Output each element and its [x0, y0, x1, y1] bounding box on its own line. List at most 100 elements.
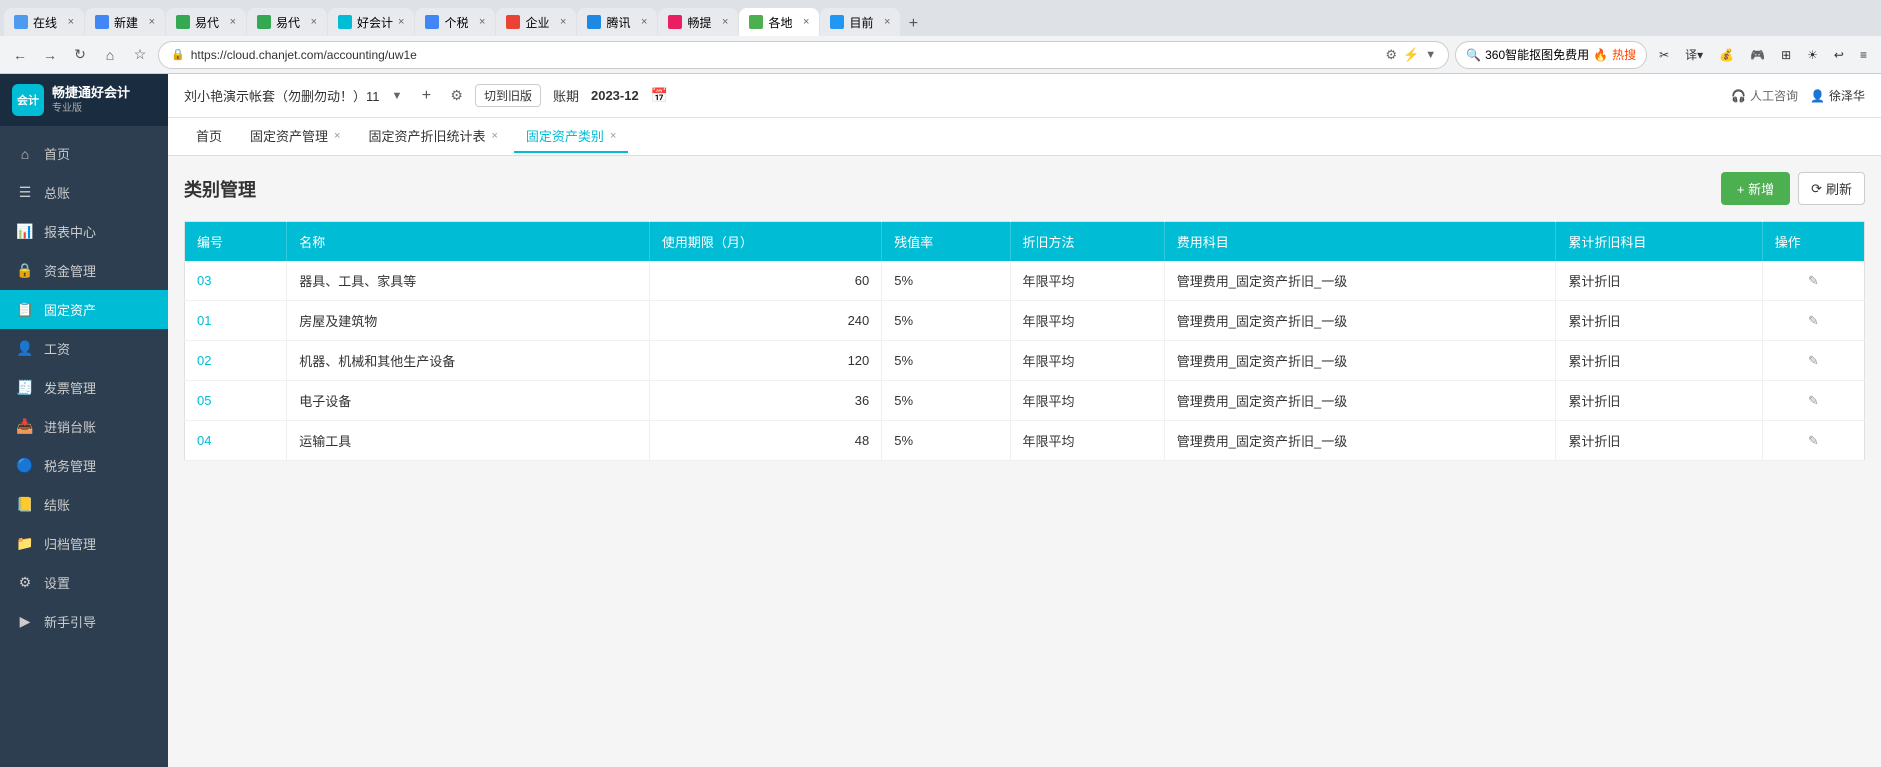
edit-icon[interactable]: ✎ [1808, 433, 1819, 448]
tab-close-icon[interactable]: × [479, 16, 485, 28]
page-tab-home[interactable]: 首页 [184, 120, 234, 153]
sidebar-item-ledger[interactable]: ☰总账 [0, 173, 168, 212]
translate-btn[interactable]: 译▾ [1679, 44, 1709, 65]
scissors-btn[interactable]: ✂ [1653, 46, 1675, 64]
cell-actions[interactable]: ✎ [1762, 341, 1864, 381]
logo-icon: 会计 [12, 84, 44, 116]
address-bar[interactable]: 🔒 https://cloud.chanjet.com/accounting/u… [158, 41, 1449, 69]
col-header-expense_subject: 费用科目 [1164, 222, 1556, 262]
wallet-btn[interactable]: 💰 [1713, 46, 1740, 64]
tab-close-icon[interactable]: × [311, 16, 317, 28]
page-tab-depreciation-table[interactable]: 固定资产折旧统计表× [356, 120, 509, 153]
browser-tab-tab6[interactable]: 个税× [415, 8, 495, 36]
calendar-icon[interactable]: 📅 [651, 87, 668, 104]
sidebar-item-fixed-assets[interactable]: 📋固定资产 [0, 290, 168, 329]
edit-icon[interactable]: ✎ [1808, 313, 1819, 328]
game-btn[interactable]: 🎮 [1744, 46, 1771, 64]
user-avatar[interactable]: 👤 徐泽华 [1810, 87, 1865, 104]
browser-tab-label: 目前 [849, 14, 879, 31]
browser-tab-label: 企业 [525, 14, 555, 31]
service-button[interactable]: 🎧 人工咨询 [1731, 87, 1798, 104]
cell-actions[interactable]: ✎ [1762, 421, 1864, 461]
browser-tab-tab8[interactable]: 腾讯× [577, 8, 657, 36]
logo-main-text: 畅捷通好会计 [52, 85, 130, 102]
sidebar-item-home[interactable]: ⌂首页 [0, 134, 168, 173]
browser-tab-label: 易代 [195, 14, 225, 31]
toolbar-actions: ✂ 译▾ 💰 🎮 ⊞ ☀ ↩ ≡ [1653, 44, 1873, 65]
brightness-btn[interactable]: ☀ [1801, 46, 1824, 64]
page-tab-close-icon[interactable]: × [610, 130, 616, 142]
home-button[interactable]: ⌂ [98, 43, 122, 67]
browser-tab-tab10[interactable]: 各地× [739, 8, 819, 36]
checkout-icon: 📒 [16, 496, 34, 514]
browser-tab-tab4[interactable]: 易代 × [247, 8, 327, 36]
page-body: 类别管理 + 新增 ⟳ 刷新 编号名称使用期限（月）残值率折旧方法费用科目累计折… [168, 156, 1881, 767]
page-tab-close-icon[interactable]: × [334, 130, 340, 142]
tab-close-icon[interactable]: × [641, 16, 647, 28]
browser-tab-tab7[interactable]: 企业 × [496, 8, 576, 36]
page-tab-close-icon[interactable]: × [491, 130, 497, 142]
tab-close-icon[interactable]: × [398, 16, 404, 28]
refresh-button[interactable]: ⟳ 刷新 [1798, 172, 1865, 205]
cell-use-period: 48 [649, 421, 881, 461]
bookmark-button[interactable]: ☆ [128, 43, 152, 67]
search-placeholder: 360智能抠图免费用 [1485, 46, 1589, 63]
table-row: 04运输工具485%年限平均管理费用_固定资产折旧_一级累计折旧✎ [185, 421, 1865, 461]
sidebar-item-archive[interactable]: 📁归档管理 [0, 524, 168, 563]
tab-close-icon[interactable]: × [560, 16, 566, 28]
edit-icon[interactable]: ✎ [1808, 353, 1819, 368]
cell-actions[interactable]: ✎ [1762, 301, 1864, 341]
sidebar-item-checkout[interactable]: 📒结账 [0, 485, 168, 524]
browser-tab-label: 在线 [33, 14, 63, 31]
browser-tab-tab5[interactable]: 好会计 × [328, 8, 414, 36]
sidebar-item-invoice[interactable]: 🧾发票管理 [0, 368, 168, 407]
tab-close-icon[interactable]: × [722, 16, 728, 28]
browser-tab-label: 新建 [114, 14, 144, 31]
sidebar-item-inventory[interactable]: 📥进销台账 [0, 407, 168, 446]
tab-close-icon[interactable]: × [803, 16, 809, 28]
new-tab-button[interactable]: + [901, 12, 925, 36]
cell-actions[interactable]: ✎ [1762, 381, 1864, 421]
edit-icon[interactable]: ✎ [1808, 393, 1819, 408]
sidebar-item-label: 进销台账 [44, 417, 96, 436]
add-button[interactable]: + 新增 [1721, 172, 1790, 205]
switch-version-button[interactable]: 切到旧版 [475, 84, 541, 107]
browser-tab-label: 易代 [276, 14, 306, 31]
sidebar-item-tax[interactable]: 🔵税务管理 [0, 446, 168, 485]
tab-close-icon[interactable]: × [230, 16, 236, 28]
sidebar-item-guide[interactable]: ▶新手引导 [0, 602, 168, 641]
sidebar-item-settings[interactable]: ⚙设置 [0, 563, 168, 602]
settings-icon[interactable]: ⚙ [450, 87, 463, 104]
cell-actions[interactable]: ✎ [1762, 261, 1864, 301]
forward-button[interactable]: → [38, 43, 62, 67]
search-bar[interactable]: 🔍 360智能抠图免费用 🔥 热搜 [1455, 41, 1647, 69]
page-tab-fixed-asset-mgmt[interactable]: 固定资产管理× [238, 120, 352, 153]
browser-tab-label: 好会计 [357, 14, 393, 31]
dropdown-icon[interactable]: ▼ [392, 90, 403, 102]
browser-tab-tab3[interactable]: 易代 × [166, 8, 246, 36]
table-header: 编号名称使用期限（月）残值率折旧方法费用科目累计折旧科目操作 [185, 222, 1865, 262]
page-tab-asset-category[interactable]: 固定资产类别× [514, 120, 628, 153]
undo-btn[interactable]: ↩ [1828, 46, 1850, 64]
sidebar-item-payroll[interactable]: 👤工资 [0, 329, 168, 368]
tab-close-icon[interactable]: × [149, 16, 155, 28]
browser-tab-tab9[interactable]: 畅提× [658, 8, 738, 36]
back-button[interactable]: ← [8, 43, 32, 67]
browser-tab-tab11[interactable]: 目前 × [820, 8, 900, 36]
sidebar-item-reports[interactable]: 📊报表中心 [0, 212, 168, 251]
site-info-icon[interactable]: ⚙ [1385, 47, 1397, 63]
data-table: 编号名称使用期限（月）残值率折旧方法费用科目累计折旧科目操作 03器具、工具、家… [184, 221, 1865, 461]
address-dropdown-icon[interactable]: ▼ [1425, 49, 1436, 61]
edit-icon[interactable]: ✎ [1808, 273, 1819, 288]
reload-button[interactable]: ↻ [68, 43, 92, 67]
add-account-button[interactable]: + [414, 84, 438, 108]
sidebar-item-funds[interactable]: 🔒资金管理 [0, 251, 168, 290]
tab-close-icon[interactable]: × [884, 16, 890, 28]
menu-btn[interactable]: ≡ [1854, 46, 1873, 64]
browser-tab-tab1[interactable]: 在线 × [4, 8, 84, 36]
cell-expense-subject: 管理费用_固定资产折旧_一级 [1164, 261, 1556, 301]
tab-close-icon[interactable]: × [68, 16, 74, 28]
lightning-icon[interactable]: ⚡ [1403, 47, 1419, 63]
grid-btn[interactable]: ⊞ [1775, 46, 1797, 64]
browser-tab-tab2[interactable]: 新建 × [85, 8, 165, 36]
